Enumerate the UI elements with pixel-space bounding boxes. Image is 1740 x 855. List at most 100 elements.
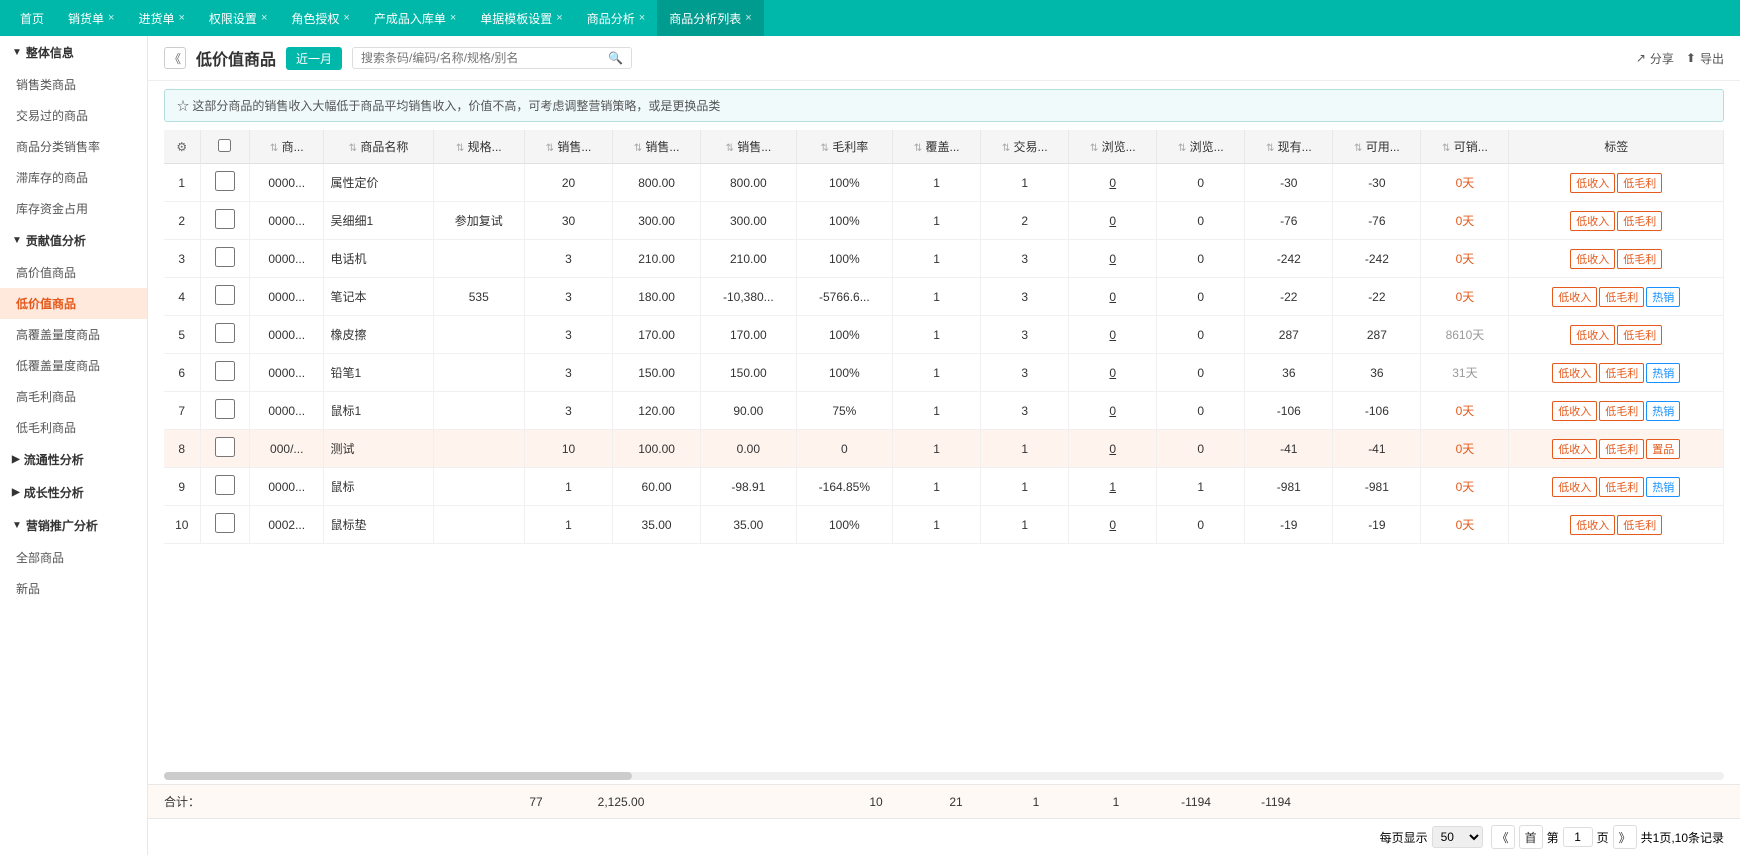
share-button[interactable]: ↗ 分享 — [1636, 50, 1674, 67]
row-select-checkbox[interactable] — [215, 285, 235, 305]
browse-link[interactable]: 0 — [1109, 518, 1116, 532]
browse-link[interactable]: 0 — [1109, 252, 1116, 266]
nav-home[interactable]: 首页 — [8, 0, 56, 36]
settings-icon[interactable]: ⚙ — [176, 140, 187, 154]
sidebar-item-inventory-capital[interactable]: 库存资金占用 — [0, 193, 147, 224]
row-name[interactable]: 电话机 — [324, 240, 433, 278]
sidebar-item-category-sales-rate[interactable]: 商品分类销售率 — [0, 131, 147, 162]
search-icon[interactable]: 🔍 — [608, 51, 623, 65]
row-name[interactable]: 铅笔1 — [324, 354, 433, 392]
sidebar-section-contribution[interactable]: ▼ 贡献值分析 — [0, 224, 147, 257]
sidebar-item-slow-moving[interactable]: 滞库存的商品 — [0, 162, 147, 193]
browse-link[interactable]: 0 — [1109, 214, 1116, 228]
horizontal-scrollbar[interactable] — [164, 772, 1724, 780]
select-all-checkbox[interactable] — [218, 139, 231, 152]
search-input[interactable] — [361, 51, 608, 65]
sidebar-item-new-goods[interactable]: 新品 — [0, 573, 147, 604]
browse-link[interactable]: 1 — [1109, 480, 1116, 494]
sidebar-item-traded-goods[interactable]: 交易过的商品 — [0, 100, 147, 131]
export-button[interactable]: ⬆ 导出 — [1686, 50, 1724, 67]
tag-badge: 低毛利 — [1599, 477, 1644, 497]
nav-role-auth-close[interactable]: × — [343, 12, 349, 24]
nav-purchase-order[interactable]: 进货单 × — [126, 0, 196, 36]
sidebar-section-liquidity[interactable]: ▶ 流通性分析 — [0, 443, 147, 476]
col-settings[interactable]: ⚙ — [164, 130, 200, 164]
footer-col-available: -1194 — [1236, 795, 1316, 809]
row-checkbox[interactable] — [200, 240, 249, 278]
row-days: 0天 — [1421, 278, 1509, 316]
sidebar-item-low-margin[interactable]: 低毛利商品 — [0, 412, 147, 443]
sidebar-section-growth[interactable]: ▶ 成长性分析 — [0, 476, 147, 509]
row-checkbox[interactable] — [200, 202, 249, 240]
row-name[interactable]: 鼠标垫 — [324, 506, 433, 544]
browse-link[interactable]: 0 — [1109, 442, 1116, 456]
browse-link[interactable]: 0 — [1109, 176, 1116, 190]
nav-permissions-close[interactable]: × — [261, 12, 267, 24]
sidebar-item-high-value[interactable]: 高价值商品 — [0, 257, 147, 288]
row-select-checkbox[interactable] — [215, 361, 235, 381]
row-checkbox[interactable] — [200, 506, 249, 544]
nav-product-storage[interactable]: 产成品入库单 × — [362, 0, 468, 36]
row-checkbox[interactable] — [200, 468, 249, 506]
row-name[interactable]: 测试 — [324, 430, 433, 468]
prev-page-button[interactable]: 首 — [1519, 825, 1543, 849]
time-filter-button[interactable]: 近一月 — [286, 47, 342, 70]
row-checkbox[interactable] — [200, 430, 249, 468]
browse-link[interactable]: 0 — [1109, 366, 1116, 380]
row-checkbox[interactable] — [200, 164, 249, 202]
page-input[interactable] — [1563, 827, 1593, 847]
sidebar-item-low-value[interactable]: 低价值商品 — [0, 288, 147, 319]
sidebar-item-sales-goods[interactable]: 销售类商品 — [0, 69, 147, 100]
nav-purchase-order-close[interactable]: × — [178, 12, 184, 24]
nav-product-analysis[interactable]: 商品分析 × — [575, 0, 657, 36]
sidebar-item-high-margin[interactable]: 高毛利商品 — [0, 381, 147, 412]
row-select-checkbox[interactable] — [215, 513, 235, 533]
nav-product-storage-close[interactable]: × — [450, 12, 456, 24]
sidebar-item-low-coverage[interactable]: 低覆盖量度商品 — [0, 350, 147, 381]
row-name[interactable]: 鼠标 — [324, 468, 433, 506]
browse-link[interactable]: 0 — [1109, 328, 1116, 342]
row-checkbox[interactable] — [200, 392, 249, 430]
row-name[interactable]: 橡皮擦 — [324, 316, 433, 354]
row-spec — [433, 164, 524, 202]
row-name[interactable]: 鼠标1 — [324, 392, 433, 430]
first-page-button[interactable]: 《 — [1491, 825, 1515, 849]
row-select-checkbox[interactable] — [215, 171, 235, 191]
sidebar-section-marketing[interactable]: ▼ 营销推广分析 — [0, 509, 147, 542]
row-num: 6 — [164, 354, 200, 392]
nav-template-settings[interactable]: 单据模板设置 × — [468, 0, 574, 36]
tag-badge: 热销 — [1646, 477, 1680, 497]
row-name[interactable]: 笔记本 — [324, 278, 433, 316]
row-select-checkbox[interactable] — [215, 437, 235, 457]
browse-link[interactable]: 0 — [1109, 290, 1116, 304]
per-page-select[interactable]: 50 100 200 — [1432, 826, 1483, 848]
table-container[interactable]: ⚙ ⇅ 商... ⇅ 商品名称 ⇅ 规格... ⇅ 销售... ⇅ 销售... … — [148, 130, 1740, 772]
sidebar-section-overall[interactable]: ▼ 整体信息 — [0, 36, 147, 69]
row-name[interactable]: 吴细细1 — [324, 202, 433, 240]
scrollbar-thumb[interactable] — [164, 772, 632, 780]
row-select-checkbox[interactable] — [215, 475, 235, 495]
nav-product-analysis-close[interactable]: × — [639, 12, 645, 24]
browse-link[interactable]: 0 — [1109, 404, 1116, 418]
sidebar-item-all-goods[interactable]: 全部商品 — [0, 542, 147, 573]
table-row: 7 0000... 鼠标1 3 120.00 90.00 75% 1 3 0 0… — [164, 392, 1724, 430]
nav-permissions[interactable]: 权限设置 × — [197, 0, 279, 36]
row-checkbox[interactable] — [200, 316, 249, 354]
nav-template-settings-close[interactable]: × — [556, 12, 562, 24]
nav-sales-order-close[interactable]: × — [108, 12, 114, 24]
row-select-checkbox[interactable] — [215, 399, 235, 419]
nav-product-analysis-list[interactable]: 商品分析列表 × — [657, 0, 763, 36]
collapse-button[interactable]: 《 — [164, 47, 186, 69]
row-select-checkbox[interactable] — [215, 247, 235, 267]
row-trade: 3 — [981, 240, 1069, 278]
row-select-checkbox[interactable] — [215, 323, 235, 343]
next-page-button[interactable]: 》 — [1613, 825, 1637, 849]
row-select-checkbox[interactable] — [215, 209, 235, 229]
nav-product-analysis-list-close[interactable]: × — [745, 12, 751, 24]
row-checkbox[interactable] — [200, 278, 249, 316]
nav-sales-order[interactable]: 销货单 × — [56, 0, 126, 36]
row-checkbox[interactable] — [200, 354, 249, 392]
nav-role-auth[interactable]: 角色授权 × — [279, 0, 361, 36]
sidebar-item-high-coverage[interactable]: 高覆盖量度商品 — [0, 319, 147, 350]
row-name[interactable]: 属性定价 — [324, 164, 433, 202]
